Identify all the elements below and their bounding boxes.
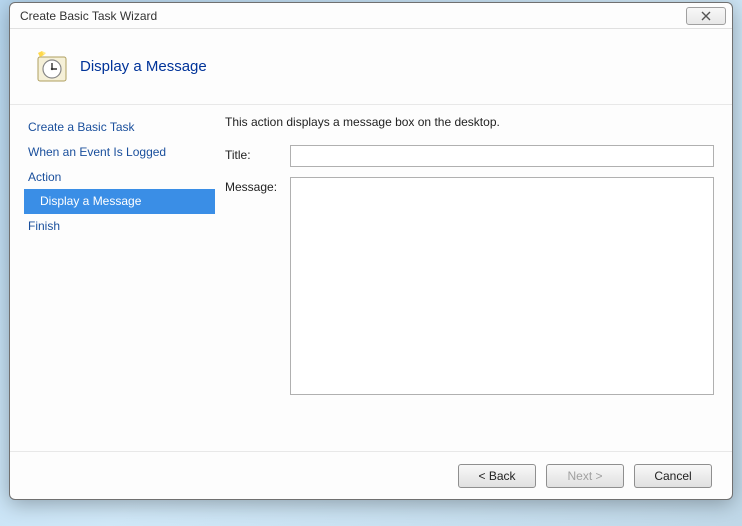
wizard-header: Display a Message — [10, 29, 732, 105]
title-label: Title: — [225, 145, 290, 162]
wizard-steps-sidebar: Create a Basic Task When an Event Is Log… — [10, 105, 215, 451]
close-icon — [701, 11, 711, 21]
sidebar-item-create-basic-task[interactable]: Create a Basic Task — [24, 115, 215, 140]
wizard-window: Create Basic Task Wizard Display a Messa… — [9, 2, 733, 500]
clock-wizard-icon — [36, 51, 68, 83]
window-title: Create Basic Task Wizard — [20, 9, 157, 23]
sidebar-item-display-a-message[interactable]: Display a Message — [24, 189, 215, 214]
message-row: Message: — [225, 177, 714, 395]
wizard-main: This action displays a message box on th… — [215, 105, 732, 451]
wizard-footer: < Back Next > Cancel — [10, 451, 732, 499]
sidebar-item-action[interactable]: Action — [24, 165, 215, 190]
sidebar-item-finish[interactable]: Finish — [24, 214, 215, 239]
action-description: This action displays a message box on th… — [225, 115, 714, 129]
back-button[interactable]: < Back — [458, 464, 536, 488]
titlebar: Create Basic Task Wizard — [10, 3, 732, 29]
next-button[interactable]: Next > — [546, 464, 624, 488]
title-row: Title: — [225, 145, 714, 167]
message-label: Message: — [225, 177, 290, 194]
wizard-body: Create a Basic Task When an Event Is Log… — [10, 105, 732, 451]
message-input[interactable] — [290, 177, 714, 395]
cancel-button[interactable]: Cancel — [634, 464, 712, 488]
title-input[interactable] — [290, 145, 714, 167]
page-title: Display a Message — [80, 58, 207, 75]
sidebar-item-when-event-logged[interactable]: When an Event Is Logged — [24, 140, 215, 165]
close-button[interactable] — [686, 7, 726, 25]
